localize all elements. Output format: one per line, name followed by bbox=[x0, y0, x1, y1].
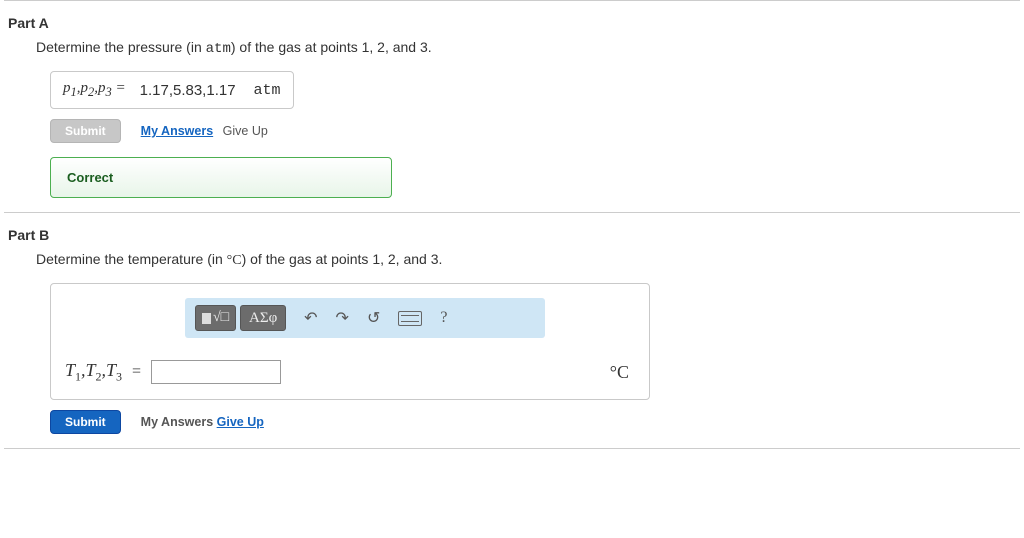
prompt-text: Determine the temperature (in bbox=[36, 251, 227, 267]
equation-row: T1,T2,T3 = °C bbox=[65, 360, 635, 385]
give-up-link: Give Up bbox=[223, 124, 268, 138]
submit-button[interactable]: Submit bbox=[50, 410, 121, 434]
equation-toolbar: √□ ΑΣφ ↶ ↷ ↺ ? bbox=[185, 298, 545, 338]
template-button[interactable]: √□ bbox=[195, 305, 236, 331]
submit-button: Submit bbox=[50, 119, 121, 143]
answer-value: 1.17,5.83,1.17 bbox=[140, 82, 236, 99]
prompt-unit: atm bbox=[206, 41, 231, 57]
give-up-link[interactable]: Give Up bbox=[217, 415, 264, 429]
equals-sign: = bbox=[132, 363, 141, 381]
part-a-section: Part A Determine the pressure (in atm) o… bbox=[4, 1, 1020, 212]
feedback-correct: Correct bbox=[50, 157, 392, 198]
prompt-unit: °C bbox=[227, 253, 242, 268]
answer-input[interactable] bbox=[151, 360, 281, 384]
button-row: Submit My Answers Give Up bbox=[50, 410, 1020, 434]
answer-unit: atm bbox=[254, 82, 281, 99]
prompt-text: Determine the pressure (in bbox=[36, 39, 206, 55]
equation-unit: °C bbox=[610, 362, 629, 383]
prompt-text: ) of the gas at points 1, 2, and 3. bbox=[231, 39, 432, 55]
answer-links: My Answers Give Up bbox=[141, 415, 270, 429]
answer-lhs: p1,p2,p3 = bbox=[63, 80, 126, 100]
part-a-title: Part A bbox=[8, 15, 1020, 31]
greek-button[interactable]: ΑΣφ bbox=[240, 305, 286, 331]
help-icon[interactable]: ? bbox=[440, 309, 447, 327]
part-b-title: Part B bbox=[8, 227, 1020, 243]
reset-icon[interactable]: ↺ bbox=[367, 308, 380, 328]
part-b-section: Part B Determine the temperature (in °C)… bbox=[4, 213, 1020, 448]
keyboard-icon[interactable] bbox=[398, 311, 422, 326]
undo-icon[interactable]: ↶ bbox=[304, 308, 317, 328]
answer-box: p1,p2,p3 = 1.17,5.83,1.17 atm bbox=[50, 71, 294, 109]
input-panel: √□ ΑΣφ ↶ ↷ ↺ ? T1,T2,T3 = °C bbox=[50, 283, 650, 400]
my-answers-link[interactable]: My Answers bbox=[141, 124, 213, 138]
my-answers-link: My Answers bbox=[141, 415, 213, 429]
redo-icon[interactable]: ↷ bbox=[336, 308, 349, 328]
prompt-text: ) of the gas at points 1, 2, and 3. bbox=[242, 251, 443, 267]
button-row: Submit My Answers Give Up bbox=[50, 119, 1020, 143]
answer-links: My Answers Give Up bbox=[141, 124, 268, 138]
part-b-prompt: Determine the temperature (in °C) of the… bbox=[36, 251, 1020, 269]
equation-lhs: T1,T2,T3 bbox=[65, 360, 122, 385]
part-a-prompt: Determine the pressure (in atm) of the g… bbox=[36, 39, 1020, 57]
